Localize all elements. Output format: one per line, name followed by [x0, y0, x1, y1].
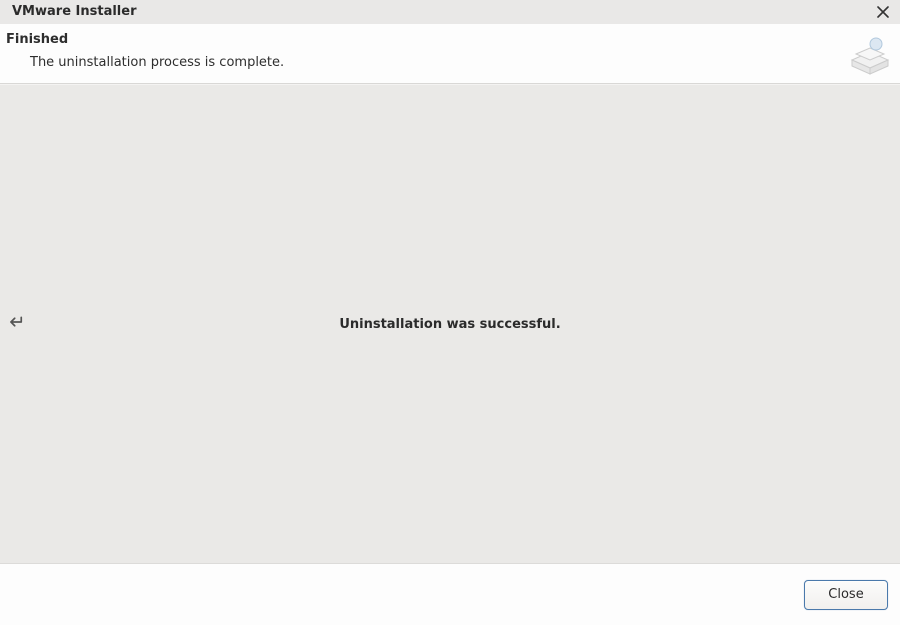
header-text-block: Finished The uninstallation process is c…	[6, 30, 848, 77]
header-subtext: The uninstallation process is complete.	[30, 55, 848, 70]
window-title: VMware Installer	[12, 4, 874, 19]
status-message: Uninstallation was successful.	[339, 317, 560, 332]
titlebar: VMware Installer	[0, 0, 900, 24]
main-content-area: Uninstallation was successful.	[0, 84, 900, 563]
installer-box-icon	[848, 32, 892, 76]
header-panel: Finished The uninstallation process is c…	[0, 24, 900, 84]
header-heading: Finished	[6, 32, 848, 47]
footer-button-bar: Close	[0, 563, 900, 625]
close-button[interactable]: Close	[804, 580, 888, 610]
return-icon	[10, 316, 25, 332]
close-icon[interactable]	[874, 3, 892, 21]
